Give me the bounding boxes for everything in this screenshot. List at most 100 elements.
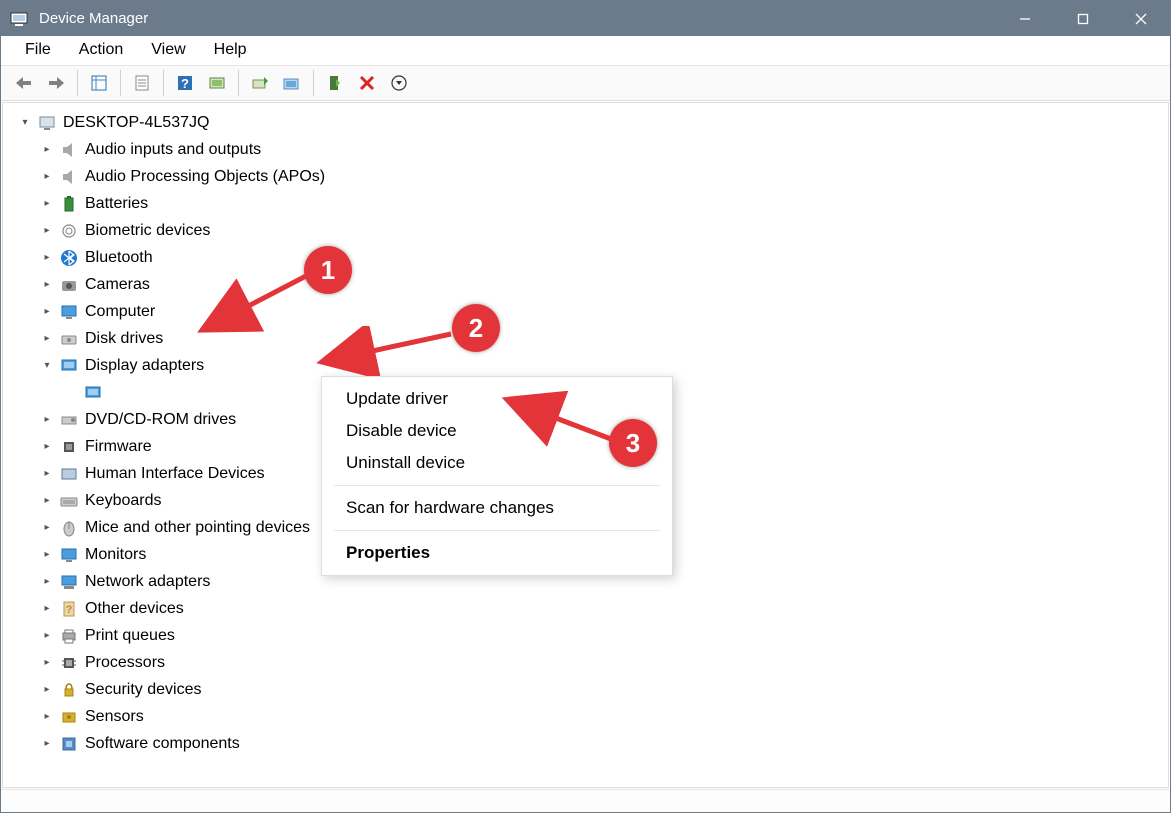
- unknown-icon: ?: [59, 599, 79, 619]
- chevron-right-icon[interactable]: ▸: [39, 142, 55, 158]
- chevron-right-icon[interactable]: ▸: [39, 547, 55, 563]
- chevron-right-icon[interactable]: ▸: [39, 304, 55, 320]
- properties-button[interactable]: [127, 68, 157, 98]
- ctx-properties[interactable]: Properties: [322, 537, 672, 569]
- tree-item-display-adapters[interactable]: ▾ Display adapters: [3, 352, 1168, 379]
- help-button[interactable]: ?: [170, 68, 200, 98]
- bluetooth-icon: [59, 248, 79, 268]
- statusbar: [1, 789, 1170, 812]
- uninstall-button[interactable]: [277, 68, 307, 98]
- chevron-right-icon[interactable]: ▸: [39, 439, 55, 455]
- chevron-right-icon[interactable]: ▸: [39, 655, 55, 671]
- tree-item-bluetooth[interactable]: ▸ Bluetooth: [3, 244, 1168, 271]
- tree-label: Monitors: [85, 546, 146, 564]
- menu-action[interactable]: Action: [65, 37, 137, 63]
- chevron-right-icon[interactable]: ▸: [39, 682, 55, 698]
- tree-item-biometric[interactable]: ▸Biometric devices: [3, 217, 1168, 244]
- tree-label: Processors: [85, 654, 165, 672]
- chevron-down-icon[interactable]: ▾: [39, 358, 55, 374]
- tree-label: Security devices: [85, 681, 202, 699]
- tree-item-cameras[interactable]: ▸ Cameras: [3, 271, 1168, 298]
- toolbar-separator: [313, 70, 314, 96]
- tree-item-software[interactable]: ▸ Software components: [3, 730, 1168, 757]
- chevron-right-icon[interactable]: ▸: [39, 412, 55, 428]
- chevron-down-icon[interactable]: ▾: [17, 115, 33, 131]
- hid-icon: [59, 464, 79, 484]
- tree-item-batteries[interactable]: ▸Batteries: [3, 190, 1168, 217]
- tree-item-print[interactable]: ▸Print queues: [3, 622, 1168, 649]
- tree-item-other[interactable]: ▸? Other devices: [3, 595, 1168, 622]
- down-arrow-button[interactable]: [384, 68, 414, 98]
- disk-icon: [59, 329, 79, 349]
- chevron-right-icon[interactable]: ▸: [39, 331, 55, 347]
- tree-item-sensors[interactable]: ▸ Sensors: [3, 703, 1168, 730]
- tree-label: Audio inputs and outputs: [85, 141, 261, 159]
- chevron-right-icon[interactable]: ▸: [39, 169, 55, 185]
- forward-button[interactable]: [41, 68, 71, 98]
- tree-label: Bluetooth: [85, 249, 153, 267]
- tree-label: Disk drives: [85, 330, 163, 348]
- minimize-button[interactable]: [996, 1, 1054, 36]
- tree-item-audio-inputs[interactable]: ▸ Audio inputs and outputs: [3, 136, 1168, 163]
- cpu-icon: [59, 653, 79, 673]
- tree-label: Display adapters: [85, 357, 204, 375]
- tree-label: Cameras: [85, 276, 150, 294]
- chevron-right-icon[interactable]: ▸: [39, 223, 55, 239]
- chevron-right-icon[interactable]: ▸: [39, 628, 55, 644]
- battery-icon: [59, 194, 79, 214]
- ctx-scan-hardware[interactable]: Scan for hardware changes: [322, 492, 672, 524]
- tree-label: Sensors: [85, 708, 144, 726]
- close-button[interactable]: [1112, 1, 1170, 36]
- tree-item-security[interactable]: ▸ Security devices: [3, 676, 1168, 703]
- speaker-icon: [59, 140, 79, 160]
- tree-label: Software components: [85, 735, 240, 753]
- tree-label: Other devices: [85, 600, 184, 618]
- tree-item-apo[interactable]: ▸Audio Processing Objects (APOs): [3, 163, 1168, 190]
- back-button[interactable]: [9, 68, 39, 98]
- chevron-right-icon[interactable]: ▸: [39, 466, 55, 482]
- enable-button[interactable]: [320, 68, 350, 98]
- annotation-badge-1: 1: [304, 246, 352, 294]
- toolbar-separator: [120, 70, 121, 96]
- chevron-right-icon[interactable]: ▸: [39, 250, 55, 266]
- app-icon: [9, 9, 29, 29]
- tree-root-label: DESKTOP-4L537JQ: [63, 114, 209, 132]
- sensor-icon: [59, 707, 79, 727]
- network-icon: [59, 572, 79, 592]
- monitor-icon: [59, 302, 79, 322]
- update-driver-button[interactable]: [245, 68, 275, 98]
- tree-label: Human Interface Devices: [85, 465, 265, 483]
- menu-file[interactable]: File: [11, 37, 65, 63]
- disable-button[interactable]: [352, 68, 382, 98]
- tree-label: Mice and other pointing devices: [85, 519, 310, 537]
- scan-button[interactable]: [202, 68, 232, 98]
- menu-view[interactable]: View: [137, 37, 199, 63]
- component-icon: [59, 734, 79, 754]
- chevron-right-icon[interactable]: ▸: [39, 196, 55, 212]
- tree-root[interactable]: ▾ DESKTOP-4L537JQ: [3, 109, 1168, 136]
- chevron-right-icon[interactable]: ▸: [39, 574, 55, 590]
- mouse-icon: [59, 518, 79, 538]
- chevron-right-icon[interactable]: ▸: [39, 736, 55, 752]
- window-title: Device Manager: [39, 10, 996, 27]
- window-controls: [996, 1, 1170, 36]
- ctx-separator: [334, 485, 660, 486]
- tree-item-disk-drives[interactable]: ▸ Disk drives: [3, 325, 1168, 352]
- show-hidden-button[interactable]: [84, 68, 114, 98]
- chevron-right-icon[interactable]: ▸: [39, 601, 55, 617]
- menu-help[interactable]: Help: [200, 37, 261, 63]
- display-adapter-icon: [83, 383, 103, 403]
- dvd-icon: [59, 410, 79, 430]
- tree-item-computer[interactable]: ▸Computer: [3, 298, 1168, 325]
- maximize-button[interactable]: [1054, 1, 1112, 36]
- ctx-update-driver[interactable]: Update driver: [322, 383, 672, 415]
- chevron-right-icon[interactable]: ▸: [39, 520, 55, 536]
- annotation-badge-3: 3: [609, 419, 657, 467]
- chevron-right-icon[interactable]: ▸: [39, 709, 55, 725]
- svg-text:?: ?: [181, 76, 189, 91]
- chevron-right-icon[interactable]: ▸: [39, 493, 55, 509]
- tree-item-processors[interactable]: ▸ Processors: [3, 649, 1168, 676]
- printer-icon: [59, 626, 79, 646]
- fingerprint-icon: [59, 221, 79, 241]
- chevron-right-icon[interactable]: ▸: [39, 277, 55, 293]
